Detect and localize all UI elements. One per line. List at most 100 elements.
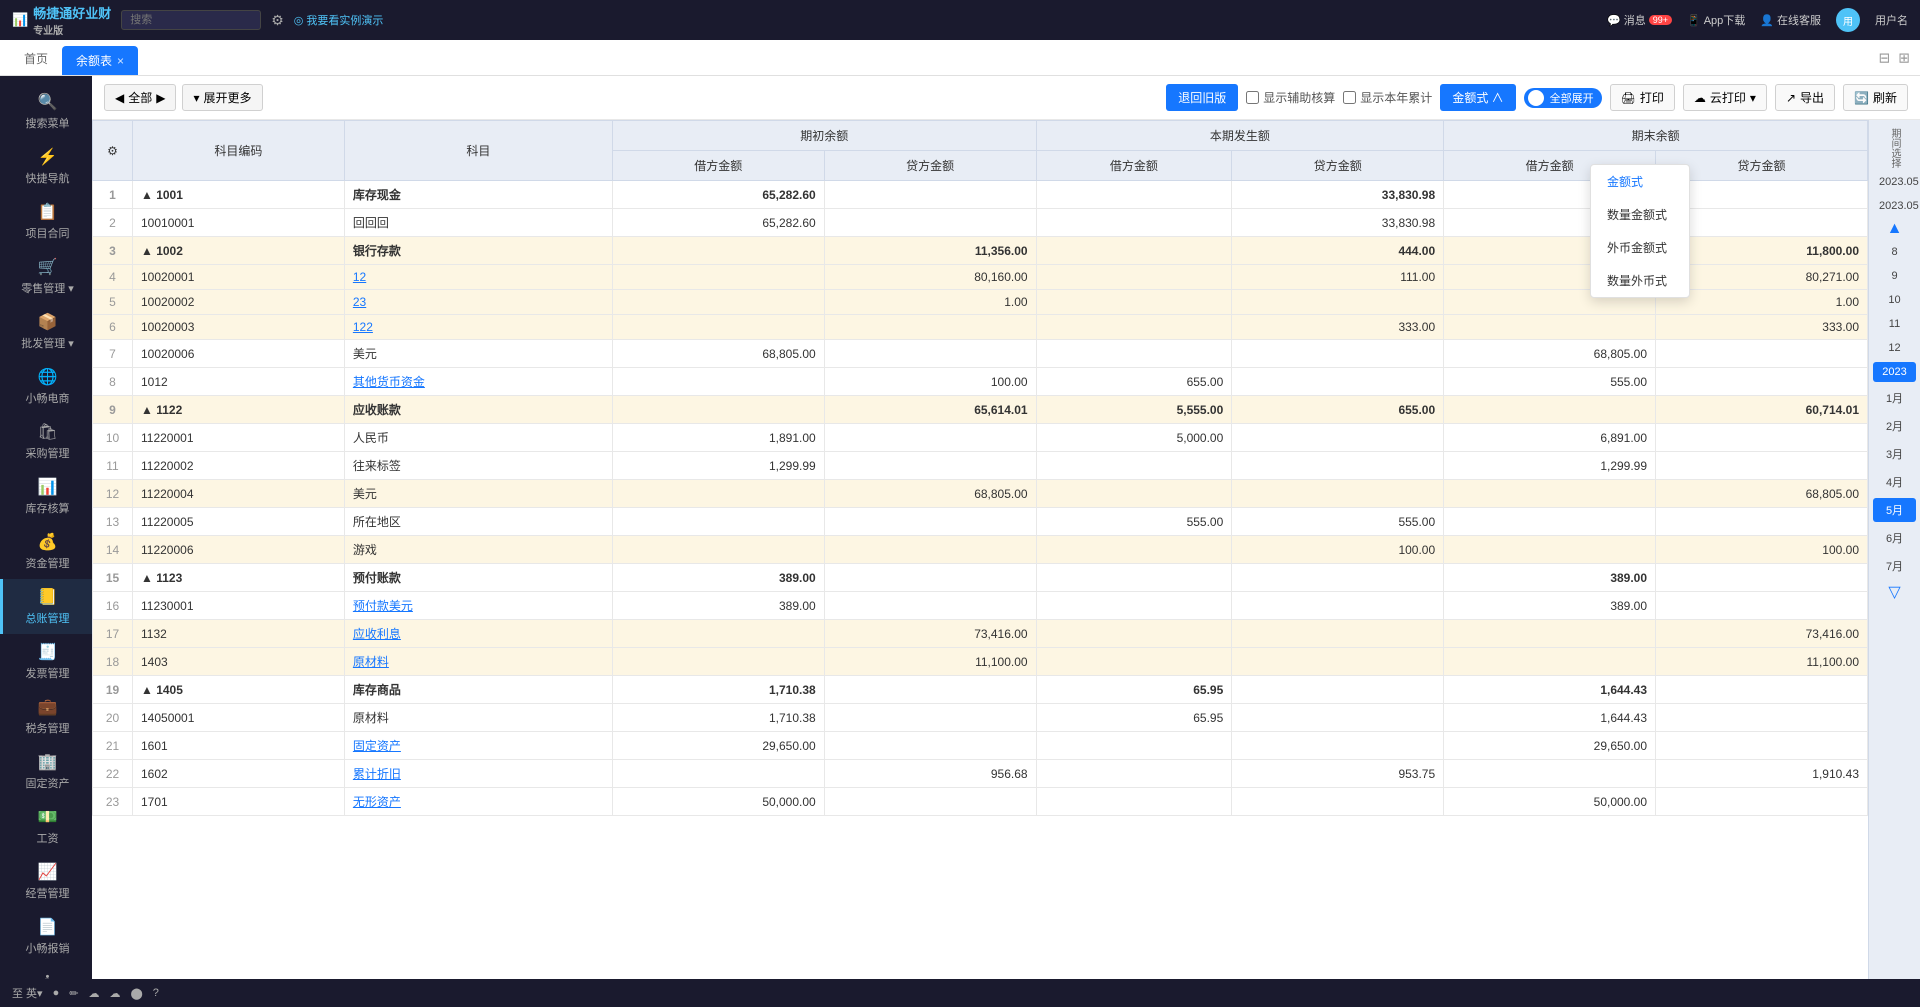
status-item-5[interactable]: ☁: [109, 987, 120, 1000]
status-item-4[interactable]: ☁: [88, 987, 99, 1000]
table-row-name[interactable]: 23: [344, 290, 612, 315]
sidebar-item-basic[interactable]: ℹ 基础信息: [0, 964, 92, 979]
dropdown-item-amount[interactable]: 金额式: [1591, 165, 1689, 198]
period-down-arrow[interactable]: ▽: [1888, 582, 1900, 602]
table-row-name[interactable]: 原材料: [344, 648, 612, 676]
sidebar-item-search[interactable]: 🔍 搜索菜单: [0, 84, 92, 139]
table-row-open-debit: [612, 648, 824, 676]
table-row-code: 1132: [133, 620, 345, 648]
service-button[interactable]: 👤 在线客服: [1760, 12, 1821, 28]
period-m8[interactable]: 8: [1873, 242, 1916, 262]
period-m3[interactable]: 3月: [1873, 442, 1916, 466]
table-row-open-credit: [824, 592, 1036, 620]
table-row-per-debit: [1036, 237, 1232, 265]
dropdown-item-qty-amount[interactable]: 数量金额式: [1591, 198, 1689, 231]
status-item-2[interactable]: ●: [53, 987, 60, 999]
table-row-num: 19: [93, 676, 133, 704]
demo-link[interactable]: ◎ 我要看实例演示: [294, 12, 384, 28]
settings-icon[interactable]: ⚙: [271, 12, 284, 29]
table-row-per-debit: 65.95: [1036, 704, 1232, 732]
status-item-6[interactable]: ⬤: [130, 987, 142, 1000]
sidebar-item-wholesale[interactable]: 📦 批发管理 ▾: [0, 304, 92, 359]
amount-mode-button[interactable]: 金额式 ∧: [1440, 84, 1515, 111]
table-row-name[interactable]: 无形资产: [344, 788, 612, 816]
table-row-open-debit: 389.00: [612, 564, 824, 592]
dropdown-item-qty-foreign[interactable]: 数量外币式: [1591, 264, 1689, 297]
sidebar-item-tax[interactable]: 💼 税务管理: [0, 689, 92, 744]
table-row-num: 6: [93, 315, 133, 340]
table-row-name: 应收账款: [344, 396, 612, 424]
table-row-close-credit: [1656, 592, 1868, 620]
sidebar-item-invoice[interactable]: 🧾 发票管理: [0, 634, 92, 689]
download-button[interactable]: 📱 App下载: [1687, 12, 1745, 28]
sidebar-item-retail[interactable]: 🛒 零售管理 ▾: [0, 249, 92, 304]
table-row-name[interactable]: 其他货币资金: [344, 368, 612, 396]
table-row-per-debit: [1036, 265, 1232, 290]
tab-close-button[interactable]: ×: [117, 54, 124, 68]
period-year1[interactable]: 2023.05: [1873, 172, 1916, 192]
capital-icon: 💰: [38, 532, 58, 552]
table-row-num: 7: [93, 340, 133, 368]
period-m12[interactable]: 12: [1873, 338, 1916, 358]
show-ytd-checkbox[interactable]: 显示本年累计: [1343, 89, 1432, 106]
expand-all-toggle[interactable]: 全部展开: [1524, 88, 1602, 108]
export-button[interactable]: ↗ 导出: [1775, 84, 1835, 111]
table-row-name[interactable]: 122: [344, 315, 612, 340]
maximize-icon[interactable]: ⊞: [1898, 49, 1910, 66]
tab-balance-sheet[interactable]: 余额表 ×: [62, 46, 138, 75]
period-year-2023[interactable]: 2023: [1873, 362, 1916, 382]
search-input[interactable]: [121, 10, 261, 30]
avatar[interactable]: 用: [1836, 8, 1860, 32]
table-row-name[interactable]: 12: [344, 265, 612, 290]
expand-button[interactable]: ▾ 展开更多: [182, 84, 262, 111]
sidebar-label-purchase: 采购管理: [26, 445, 70, 461]
print-button[interactable]: 🖨 打印: [1610, 84, 1675, 111]
sidebar-item-reports[interactable]: 📄 小畅报销: [0, 909, 92, 964]
period-m1[interactable]: 1月: [1873, 386, 1916, 410]
message-button[interactable]: 💬 消息 99+: [1607, 12, 1672, 28]
table-row-per-debit: [1036, 209, 1232, 237]
sidebar-item-inventory[interactable]: 📊 库存核算: [0, 469, 92, 524]
table-row-num: 8: [93, 368, 133, 396]
period-year2[interactable]: 2023.05: [1873, 196, 1916, 216]
show-auxiliary-checkbox[interactable]: 显示辅助核算: [1246, 89, 1335, 106]
minimize-icon[interactable]: ⊟: [1879, 49, 1891, 66]
dropdown-item-foreign-amount[interactable]: 外币金额式: [1591, 231, 1689, 264]
status-item-7[interactable]: ?: [153, 987, 159, 999]
cloud-print-button[interactable]: ☁ 云打印 ▾: [1683, 84, 1767, 111]
return-old-button[interactable]: 退回旧版: [1166, 84, 1238, 111]
sidebar-item-operations[interactable]: 📈 经营管理: [0, 854, 92, 909]
sidebar-item-assets[interactable]: 🏢 固定资产: [0, 744, 92, 799]
sidebar-item-salary[interactable]: 💵 工资: [0, 799, 92, 854]
period-m11[interactable]: 11: [1873, 314, 1916, 334]
refresh-button[interactable]: 🔄 刷新: [1843, 84, 1908, 111]
period-m4[interactable]: 4月: [1873, 470, 1916, 494]
table-row-name[interactable]: 累计折旧: [344, 760, 612, 788]
period-m5[interactable]: 5月: [1873, 498, 1916, 522]
status-bar: 至 英▾ ● ✏ ☁ ☁ ⬤ ?: [0, 979, 1920, 1007]
all-button[interactable]: ◀ 全部 ▶: [104, 84, 176, 111]
table-row-name[interactable]: 固定资产: [344, 732, 612, 760]
sidebar-item-ecommerce[interactable]: 🌐 小畅电商: [0, 359, 92, 414]
sidebar-item-project[interactable]: 📋 项目合同: [0, 194, 92, 249]
main-layout: 🔍 搜索菜单 ⚡ 快捷导航 📋 项目合同 🛒 零售管理 ▾ 📦 批发管理 ▾ 🌐…: [0, 76, 1920, 979]
th-settings[interactable]: ⚙: [93, 121, 133, 181]
table-row-name[interactable]: 应收利息: [344, 620, 612, 648]
table-row-open-credit: [824, 452, 1036, 480]
sidebar-item-capital[interactable]: 💰 资金管理: [0, 524, 92, 579]
period-m10[interactable]: 10: [1873, 290, 1916, 310]
sidebar-item-purchase[interactable]: 🛍 采购管理: [0, 414, 92, 469]
period-up-arrow[interactable]: ▲: [1887, 220, 1903, 238]
status-item-3[interactable]: ✏: [69, 987, 78, 1000]
period-m6[interactable]: 6月: [1873, 526, 1916, 550]
sidebar-item-accounting[interactable]: 📒 总账管理: [0, 579, 92, 634]
table-row-open-credit: [824, 564, 1036, 592]
sidebar-item-quicknav[interactable]: ⚡ 快捷导航: [0, 139, 92, 194]
period-m2[interactable]: 2月: [1873, 414, 1916, 438]
status-item-1[interactable]: 至 英▾: [12, 985, 43, 1001]
period-m7[interactable]: 7月: [1873, 554, 1916, 578]
period-m9[interactable]: 9: [1873, 266, 1916, 286]
table-row-num: 14: [93, 536, 133, 564]
tab-home[interactable]: 首页: [10, 44, 62, 75]
table-row-name[interactable]: 预付款美元: [344, 592, 612, 620]
